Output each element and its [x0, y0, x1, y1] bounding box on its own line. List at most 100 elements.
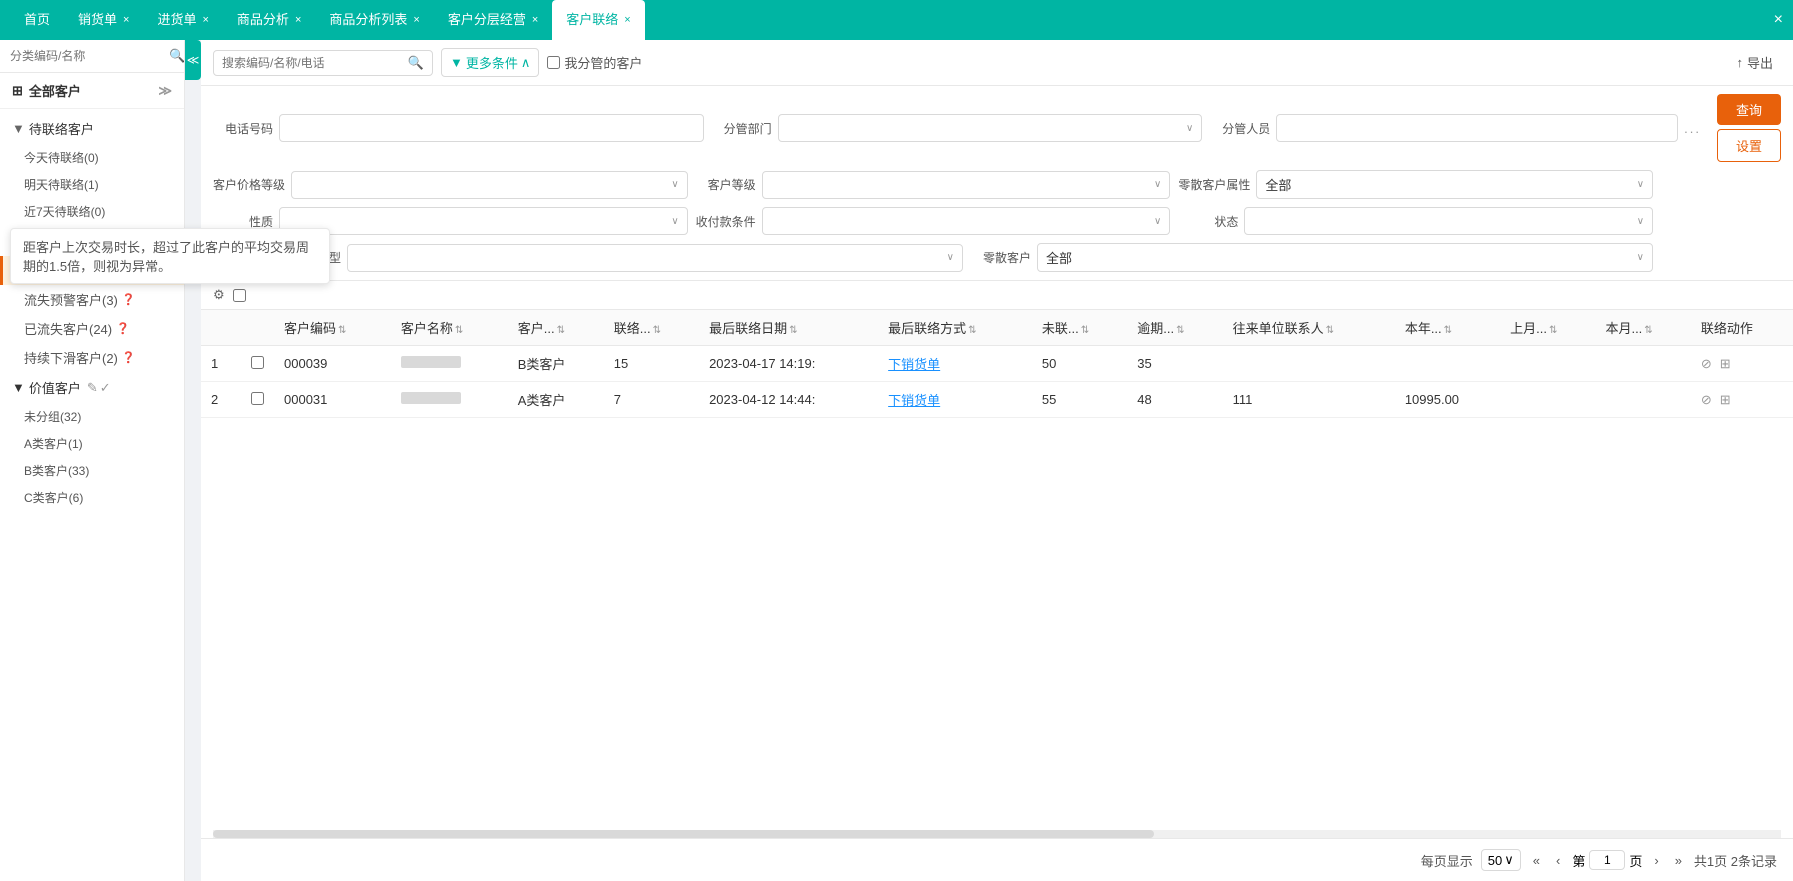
manager-input[interactable]	[1276, 114, 1678, 142]
customer-search-input[interactable]	[222, 56, 404, 70]
pending-arrow-icon: ▼	[12, 121, 25, 136]
nav-product-analysis-close[interactable]: ×	[295, 0, 301, 40]
nav-home[interactable]: 首页	[10, 0, 64, 40]
sidebar-item-churned[interactable]: 已流失客户(24) ❓	[0, 314, 184, 343]
manager-dots[interactable]: ...	[1684, 121, 1701, 136]
horizontal-scrollbar[interactable]	[213, 830, 1781, 838]
row-checkbox[interactable]	[251, 356, 264, 369]
sidebar-value-section[interactable]: ▼ 价值客户 ✎ ✓	[0, 372, 184, 403]
col-name-sort: ⇅	[455, 325, 463, 336]
action-grid-icon[interactable]: ⊞	[1720, 356, 1731, 372]
payment-select[interactable]: ∨	[762, 207, 1171, 235]
page-label: 第	[1572, 851, 1585, 870]
export-button[interactable]: ↑ 导出	[1728, 49, 1781, 76]
scrollbar-thumb[interactable]	[213, 830, 1154, 838]
row-checkbox[interactable]	[251, 392, 264, 405]
status-select[interactable]: ∨	[1244, 207, 1653, 235]
main-layout: 🔍 ⊞ 全部客户 ≫ 距客户上次交易时长，超过了此客户的平均交易周期的1.5倍，…	[0, 40, 1793, 881]
sidebar-search-icon[interactable]: 🔍	[169, 48, 185, 64]
sidebar-pending-group[interactable]: ▼ 待联络客户	[0, 113, 184, 144]
action-buttons: 查询 设置	[1717, 94, 1781, 162]
gender-select[interactable]: ∨	[279, 207, 688, 235]
nav-purchase[interactable]: 进货单 ×	[143, 0, 222, 40]
contact-method-link[interactable]: 下销货单	[888, 393, 940, 408]
prev-page-button[interactable]: ‹	[1552, 851, 1564, 870]
customer-grade-select[interactable]: ∨	[762, 171, 1171, 199]
cell-overdue: 35	[1127, 346, 1222, 382]
cell-index: 1	[201, 346, 241, 382]
contact-method-link[interactable]: 下销货单	[888, 357, 940, 372]
tooltip-text: 距客户上次交易时长，超过了此客户的平均交易周期的1.5倍，则视为异常。	[23, 240, 185, 274]
value-check-icon[interactable]: ✓	[100, 380, 111, 396]
nav-close-all-button[interactable]: ×	[1774, 11, 1783, 29]
cell-last-month	[1500, 382, 1595, 418]
retail-attr-select[interactable]: 全部 ∨	[1256, 170, 1653, 199]
nav-sales[interactable]: 销货单 ×	[64, 0, 143, 40]
churn-warning-help-icon[interactable]: ❓	[122, 293, 136, 306]
table-settings-icon[interactable]: ⚙	[213, 287, 225, 303]
col-action: 联络动作	[1691, 310, 1793, 346]
sidebar-item-today[interactable]: 今天待联络(0)	[0, 144, 184, 171]
sidebar-search-input[interactable]	[10, 49, 165, 63]
page-size-label: 每页显示	[1421, 851, 1473, 870]
page-size-select[interactable]: 50 ∨	[1481, 849, 1521, 871]
nav-product-analysis-list[interactable]: 商品分析列表 ×	[315, 0, 433, 40]
query-button[interactable]: 查询	[1717, 94, 1781, 125]
nav-customer-tier[interactable]: 客户分层经营 ×	[434, 0, 552, 40]
sidebar-item-classB[interactable]: B类客户(33)	[0, 457, 184, 484]
sidebar-item-churn-warning[interactable]: 流失预警客户(3) ❓	[0, 285, 184, 314]
nav-purchase-close[interactable]: ×	[202, 0, 208, 40]
action-link-icon[interactable]: ⊘	[1701, 392, 1712, 408]
action-link-icon[interactable]: ⊘	[1701, 356, 1712, 372]
current-page-input[interactable]	[1589, 850, 1625, 870]
col-last-month: 上月...⇅	[1500, 310, 1595, 346]
cell-checkbox[interactable]	[241, 346, 274, 382]
nav-product-analysis[interactable]: 商品分析 ×	[223, 0, 315, 40]
nav-customer-tier-close[interactable]: ×	[532, 0, 538, 40]
nav-product-analysis-list-close[interactable]: ×	[413, 0, 419, 40]
sidebar-all-customers[interactable]: ⊞ 全部客户 ≫	[0, 73, 184, 109]
nav-customer-contact-close[interactable]: ×	[624, 0, 630, 40]
value-edit-icon[interactable]: ✎	[87, 380, 98, 396]
phone-input[interactable]	[279, 114, 704, 142]
nav-customer-contact[interactable]: 客户联络 ×	[552, 0, 644, 40]
cell-checkbox[interactable]	[241, 382, 274, 418]
table-select-all-checkbox[interactable]	[233, 289, 246, 302]
sidebar-collapse-toggle[interactable]: ≪	[185, 40, 201, 80]
first-page-button[interactable]: «	[1529, 851, 1544, 870]
cell-last-contact-method[interactable]: 下销货单	[878, 346, 1032, 382]
col-contacts-sort: ⇅	[1326, 325, 1334, 336]
action-grid-icon[interactable]: ⊞	[1720, 392, 1731, 408]
dept-select[interactable]: ∨	[778, 114, 1203, 142]
cell-last-contact-method[interactable]: 下销货单	[878, 382, 1032, 418]
declining-help-icon[interactable]: ❓	[122, 351, 136, 364]
settings-button[interactable]: 设置	[1717, 129, 1781, 162]
churned-help-icon[interactable]: ❓	[116, 322, 130, 335]
sidebar-item-7days[interactable]: 近7天待联络(0)	[0, 198, 184, 225]
gender-label: 性质	[213, 213, 273, 230]
sidebar-item-classC[interactable]: C类客户(6)	[0, 484, 184, 511]
retail-customer-select[interactable]: 全部 ∨	[1037, 243, 1653, 272]
col-last-method-sort: ⇅	[968, 325, 976, 336]
cell-this-year: 10995.00	[1395, 382, 1500, 418]
more-conditions-button[interactable]: ▼ 更多条件 ∧	[441, 48, 539, 77]
sidebar-item-tomorrow[interactable]: 明天待联络(1)	[0, 171, 184, 198]
table-scroll-area[interactable]: 客户编码⇅ 客户名称⇅ 客户...⇅ 联络...⇅ 最后联络日期⇅ 最后联络方式…	[201, 310, 1793, 830]
sidebar-item-unGrouped[interactable]: 未分组(32)	[0, 403, 184, 430]
last-page-button[interactable]: »	[1671, 851, 1686, 870]
my-customers-checkbox[interactable]	[547, 56, 560, 69]
cell-name	[391, 346, 508, 382]
price-grade-select[interactable]: ∨	[291, 171, 688, 199]
status-chevron: ∨	[1637, 216, 1644, 227]
my-customers-checkbox-wrap[interactable]: 我分管的客户	[547, 53, 642, 72]
pending-group-label: 待联络客户	[29, 119, 94, 138]
customer-search-icon[interactable]: 🔍	[408, 55, 424, 71]
sidebar-item-declining[interactable]: 持续下滑客户(2) ❓	[0, 343, 184, 372]
next-page-button[interactable]: ›	[1650, 851, 1662, 870]
sidebar-item-classA[interactable]: A类客户(1)	[0, 430, 184, 457]
export-label: 导出	[1747, 53, 1773, 72]
retail-customer-label: 零散客户	[971, 249, 1031, 266]
nav-sales-close[interactable]: ×	[123, 0, 129, 40]
filter-row-3: 性质 ∨ 收付款条件 ∨ 状态 ∨	[213, 207, 1781, 235]
customer-type-select[interactable]: ∨	[347, 244, 963, 272]
